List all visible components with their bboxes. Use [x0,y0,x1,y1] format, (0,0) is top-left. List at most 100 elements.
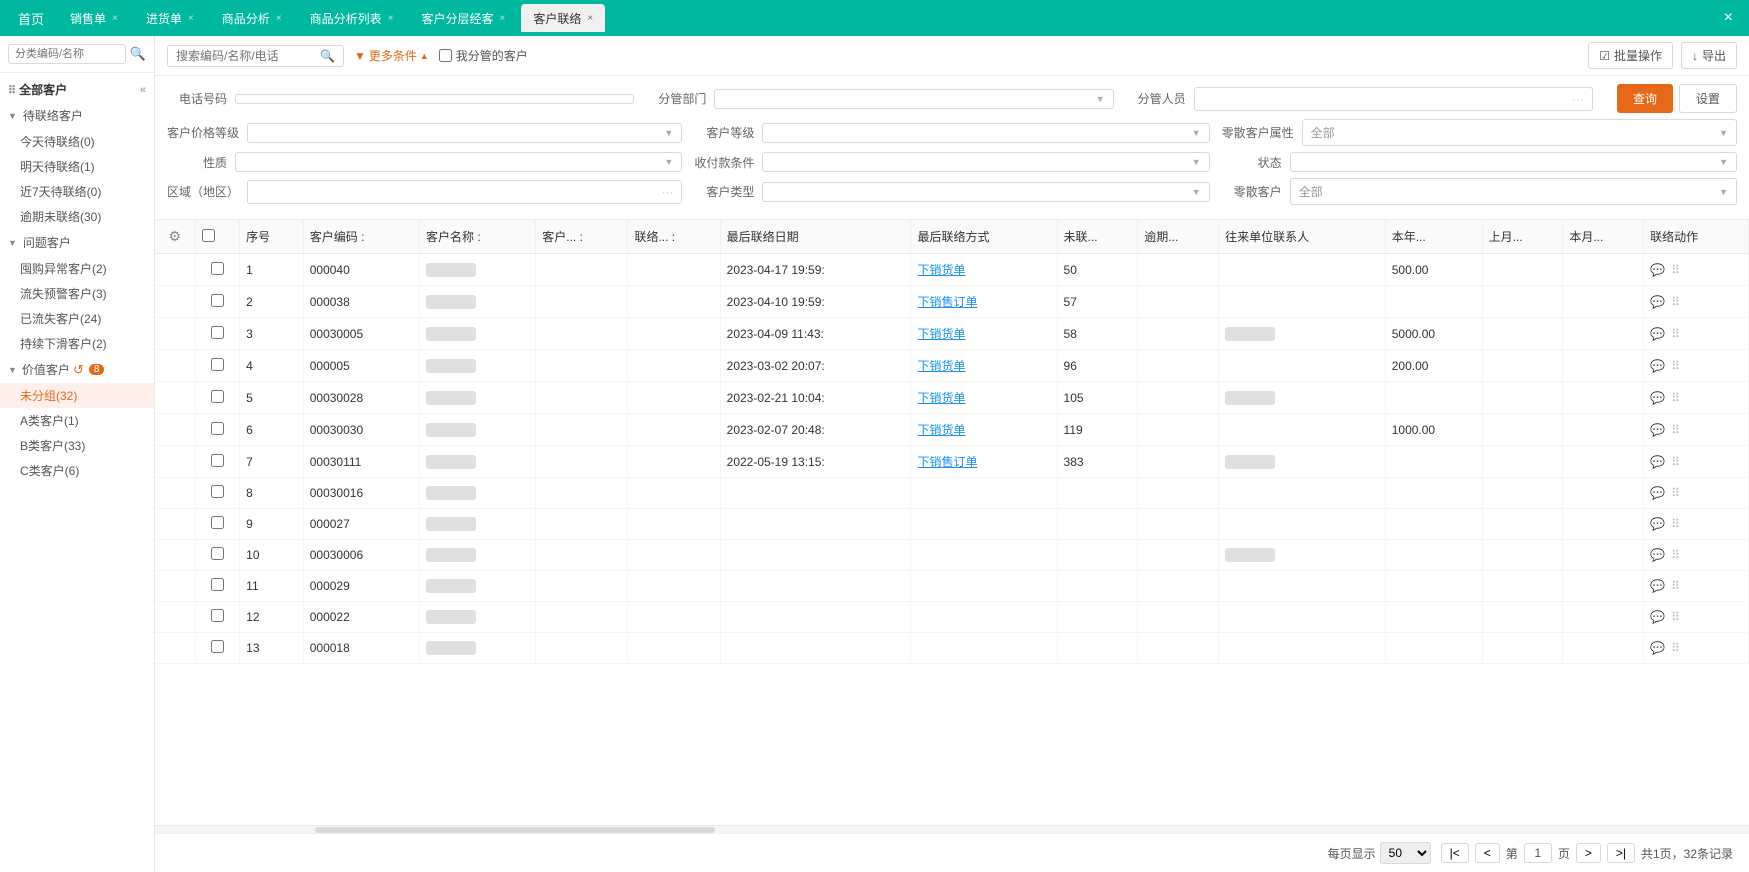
col-last-month[interactable]: 上月... [1482,220,1563,254]
batch-ops-button[interactable]: ☑ 批量操作 [1588,42,1673,69]
close-icon[interactable]: × [188,13,194,24]
message-icon[interactable]: 💬 [1650,423,1665,437]
row-checkbox[interactable] [211,326,224,339]
message-icon[interactable]: 💬 [1650,391,1665,405]
message-icon[interactable]: 💬 [1650,579,1665,593]
filter-region-input[interactable]: ··· [247,180,682,204]
horizontal-scrollbar[interactable] [155,825,1749,833]
row-checkbox[interactable] [211,547,224,560]
sidebar-item-churned[interactable]: 已流失客户(24) [0,306,154,331]
cell-checkbox[interactable] [195,414,240,446]
last-way-link[interactable]: 下销货单 [917,327,965,341]
cell-checkbox[interactable] [195,350,240,382]
filter-phone-input[interactable] [235,94,634,104]
col-settings[interactable]: ⚙ [155,220,195,254]
filter-payment-select[interactable]: ▼ [762,152,1209,172]
col-unliaison[interactable]: 未联... [1057,220,1138,254]
row-checkbox[interactable] [211,609,224,622]
col-last-date[interactable]: 最后联络日期 [720,220,911,254]
close-icon[interactable]: × [499,13,505,24]
row-checkbox[interactable] [211,422,224,435]
last-way-link[interactable]: 下销售订单 [917,455,977,469]
sidebar-item-class-b[interactable]: B类客户(33) [0,433,154,458]
grid-icon[interactable]: ⠿ [1671,579,1680,593]
message-icon[interactable]: 💬 [1650,486,1665,500]
filter-person-input[interactable]: ··· [1194,87,1593,111]
sidebar-item-declining[interactable]: 持续下滑客户(2) [0,331,154,356]
last-page-button[interactable]: >| [1607,843,1635,863]
cell-checkbox[interactable] [195,633,240,664]
sidebar-group-pending[interactable]: ▼ 待联络客户 [0,102,154,129]
grid-icon[interactable]: ⠿ [1671,548,1680,562]
grid-icon[interactable]: ⠿ [1671,455,1680,469]
grid-icon[interactable]: ⠿ [1671,327,1680,341]
filter-search-box[interactable]: 🔍 [167,45,344,67]
sidebar-search-input[interactable] [8,44,126,64]
message-icon[interactable]: 💬 [1650,548,1665,562]
per-page-select[interactable]: 50 20 100 [1380,842,1431,864]
filter-dept-select[interactable]: ▼ [714,89,1113,109]
message-icon[interactable]: 💬 [1650,455,1665,469]
scrollbar-thumb[interactable] [315,827,715,833]
col-last-way[interactable]: 最后联络方式 [911,220,1057,254]
cell-checkbox[interactable] [195,286,240,318]
last-way-link[interactable]: 下销货单 [917,263,965,277]
sidebar-item-today[interactable]: 今天待联络(0) [0,129,154,154]
col-contact[interactable]: 联络... : [628,220,720,254]
grid-icon[interactable]: ⠿ [1671,295,1680,309]
cell-checkbox[interactable] [195,602,240,633]
filter-status-select[interactable]: ▼ [1290,152,1737,172]
sidebar-item-class-a[interactable]: A类客户(1) [0,408,154,433]
sidebar-item-ungrouped[interactable]: 未分组(32) [0,383,154,408]
message-icon[interactable]: 💬 [1650,517,1665,531]
last-way-link[interactable]: 下销货单 [917,359,965,373]
col-checkbox[interactable] [195,220,240,254]
row-checkbox[interactable] [211,294,224,307]
grid-icon[interactable]: ⠿ [1671,486,1680,500]
sidebar-item-tomorrow[interactable]: 明天待联络(1) [0,154,154,179]
sidebar-item-7days[interactable]: 近7天待联络(0) [0,179,154,204]
cell-checkbox[interactable] [195,540,240,571]
grid-icon[interactable]: ⠿ [1671,517,1680,531]
sidebar-item-class-c[interactable]: C类客户(6) [0,458,154,483]
row-checkbox[interactable] [211,485,224,498]
close-icon[interactable]: × [587,13,593,24]
my-customers-check[interactable] [439,49,452,62]
collapse-icon[interactable]: « [140,84,146,96]
nav-tab-analysis[interactable]: 商品分析 × [210,4,294,32]
all-customers-header[interactable]: ⠿全部客户 « [0,73,154,102]
reset-button[interactable]: 设置 [1679,84,1737,113]
col-overdue[interactable]: 逾期... [1138,220,1219,254]
filter-search-icon[interactable]: 🔍 [320,49,335,63]
nav-tab-analysis-list[interactable]: 商品分析列表 × [298,4,406,32]
sidebar-group-value[interactable]: ▼ 价值客户 ↺ 8 [0,356,154,383]
grid-icon[interactable]: ⠿ [1671,391,1680,405]
grid-icon[interactable]: ⠿ [1671,263,1680,277]
grid-icon[interactable]: ⠿ [1671,610,1680,624]
close-icon[interactable]: × [112,13,118,24]
last-way-link[interactable]: 下销货单 [917,423,965,437]
col-name[interactable]: 客户名称 : [419,220,535,254]
filter-retail-select[interactable]: 全部▼ [1290,178,1737,205]
nav-tab-customer-tier[interactable]: 客户分层经客 × [409,4,517,32]
close-icon[interactable]: × [388,13,394,24]
row-checkbox[interactable] [211,578,224,591]
first-page-button[interactable]: |< [1441,843,1469,863]
cell-checkbox[interactable] [195,571,240,602]
search-button[interactable]: 查询 [1617,84,1673,113]
select-all-checkbox[interactable] [202,229,215,242]
nav-tab-purchase[interactable]: 进货单 × [134,4,206,32]
grid-icon[interactable]: ⠿ [1671,423,1680,437]
filter-retail-attr-select[interactable]: 全部▼ [1302,119,1737,146]
message-icon[interactable]: 💬 [1650,327,1665,341]
sidebar-group-problem[interactable]: ▼ 问题客户 [0,229,154,256]
sidebar-item-churn-warning[interactable]: 流失预警客户(3) [0,281,154,306]
col-code[interactable]: 客户编码 : [303,220,419,254]
cell-checkbox[interactable] [195,446,240,478]
filter-nature-select[interactable]: ▼ [235,152,682,172]
window-close-icon[interactable]: × [1716,9,1741,27]
cell-checkbox[interactable] [195,318,240,350]
message-icon[interactable]: 💬 [1650,263,1665,277]
row-checkbox[interactable] [211,640,224,653]
col-year-amt[interactable]: 本年... [1385,220,1482,254]
